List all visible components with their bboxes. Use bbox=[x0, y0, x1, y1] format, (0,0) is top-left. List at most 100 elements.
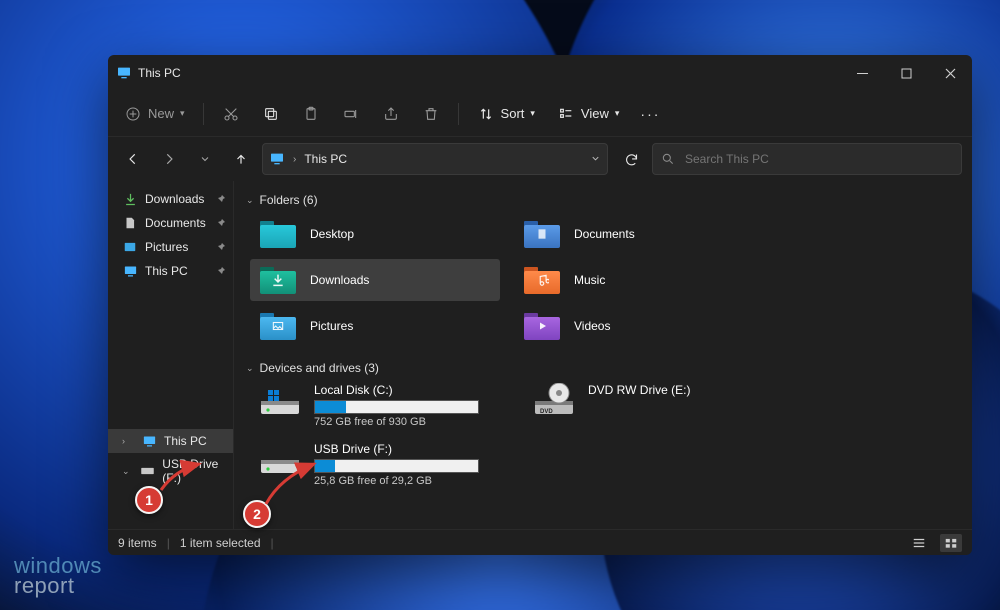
chevron-down-icon: ▾ bbox=[615, 108, 620, 119]
cut-icon bbox=[222, 105, 240, 123]
annotation-badge-1: 1 bbox=[135, 486, 163, 514]
pin-icon bbox=[215, 265, 227, 277]
command-bar: New ▾ Sort ▾ View ▾ ··· bbox=[108, 91, 972, 137]
drive-dvd-e[interactable]: DVD DVD RW Drive (E:) bbox=[524, 381, 774, 430]
chevron-right-icon[interactable]: › bbox=[122, 436, 132, 446]
picture-icon bbox=[122, 239, 138, 255]
copy-icon bbox=[262, 105, 280, 123]
file-explorer-window: This PC New ▾ Sort ▾ View ▾ ··· bbox=[108, 55, 972, 555]
sidebar-item-label: USB Drive (F:) bbox=[162, 457, 227, 485]
folder-icon bbox=[258, 309, 298, 343]
content-pane: ⌄ Folders (6) Desktop Documents bbox=[234, 181, 972, 529]
address-bar[interactable]: › This PC bbox=[262, 143, 608, 175]
group-drives-header[interactable]: ⌄ Devices and drives (3) bbox=[246, 361, 958, 375]
sidebar-item-label: Downloads bbox=[145, 192, 204, 206]
folder-desktop[interactable]: Desktop bbox=[250, 213, 500, 255]
dvd-drive-icon: DVD bbox=[532, 383, 576, 419]
svg-text:DVD: DVD bbox=[540, 409, 553, 415]
folder-pictures[interactable]: Pictures bbox=[250, 305, 500, 347]
maximize-button[interactable] bbox=[884, 55, 928, 91]
sidebar-item-this-pc[interactable]: This PC bbox=[108, 259, 233, 283]
this-pc-icon bbox=[122, 263, 138, 279]
folder-music[interactable]: Music bbox=[514, 259, 764, 301]
recent-button[interactable] bbox=[190, 144, 220, 174]
sidebar-item-documents[interactable]: Documents bbox=[108, 211, 233, 235]
sort-label: Sort bbox=[501, 106, 525, 121]
sidebar-tree-this-pc[interactable]: › This PC bbox=[108, 429, 233, 453]
drive-icon bbox=[139, 463, 155, 479]
folder-downloads[interactable]: Downloads bbox=[250, 259, 500, 301]
minimize-button[interactable] bbox=[840, 55, 884, 91]
chevron-down-icon: ⌄ bbox=[246, 195, 254, 206]
document-icon bbox=[535, 227, 549, 241]
sidebar-item-label: Documents bbox=[145, 216, 206, 230]
folder-label: Videos bbox=[574, 319, 610, 333]
tiles-view-toggle[interactable] bbox=[940, 534, 962, 552]
drive-name: Local Disk (C:) bbox=[314, 383, 492, 397]
sidebar-item-downloads[interactable]: Downloads bbox=[108, 187, 233, 211]
this-pc-icon bbox=[269, 151, 285, 167]
group-folders-header[interactable]: ⌄ Folders (6) bbox=[246, 193, 958, 207]
chevron-down-icon[interactable]: ⌄ bbox=[122, 466, 130, 477]
usb-drive-icon bbox=[258, 442, 302, 478]
sidebar-tree-usb-drive[interactable]: ⌄ USB Drive (F:) bbox=[108, 453, 233, 489]
new-label: New bbox=[148, 106, 174, 121]
details-view-toggle[interactable] bbox=[908, 534, 930, 552]
drive-usb-f[interactable]: USB Drive (F:) 25,8 GB free of 29,2 GB bbox=[250, 440, 500, 489]
window-title: This PC bbox=[138, 66, 181, 80]
share-button[interactable] bbox=[372, 99, 410, 129]
drive-name: USB Drive (F:) bbox=[314, 442, 492, 456]
play-icon bbox=[536, 320, 548, 332]
drive-free-text: 25,8 GB free of 29,2 GB bbox=[314, 475, 492, 487]
folder-label: Downloads bbox=[310, 273, 369, 287]
sidebar-item-pictures[interactable]: Pictures bbox=[108, 235, 233, 259]
folder-documents[interactable]: Documents bbox=[514, 213, 764, 255]
drive-local-disk-c[interactable]: Local Disk (C:) 752 GB free of 930 GB bbox=[250, 381, 500, 430]
view-icon bbox=[557, 105, 575, 123]
delete-button[interactable] bbox=[412, 99, 450, 129]
chevron-down-icon[interactable] bbox=[590, 152, 601, 167]
copy-button[interactable] bbox=[252, 99, 290, 129]
back-button[interactable] bbox=[118, 144, 148, 174]
status-items: 9 items bbox=[118, 536, 157, 550]
titlebar: This PC bbox=[108, 55, 972, 91]
chevron-down-icon: ▾ bbox=[180, 108, 185, 119]
cut-button[interactable] bbox=[212, 99, 250, 129]
search-input[interactable] bbox=[683, 151, 953, 167]
folder-videos[interactable]: Videos bbox=[514, 305, 764, 347]
close-button[interactable] bbox=[928, 55, 972, 91]
view-button[interactable]: View ▾ bbox=[547, 99, 629, 129]
folder-icon bbox=[522, 309, 562, 343]
forward-button[interactable] bbox=[154, 144, 184, 174]
sidebar: Downloads Documents Pictures This PC › bbox=[108, 181, 234, 529]
folder-label: Pictures bbox=[310, 319, 353, 333]
drive-free-text: 752 GB free of 930 GB bbox=[314, 416, 492, 428]
sort-button[interactable]: Sort ▾ bbox=[467, 99, 545, 129]
drive-name: DVD RW Drive (E:) bbox=[588, 383, 766, 397]
image-icon bbox=[271, 319, 285, 333]
chevron-down-icon: ▾ bbox=[530, 108, 535, 119]
watermark-logo: windows report bbox=[14, 556, 102, 596]
drives-grid: Local Disk (C:) 752 GB free of 930 GB DV… bbox=[250, 381, 958, 489]
trash-icon bbox=[422, 105, 440, 123]
more-button[interactable]: ··· bbox=[631, 99, 669, 129]
sidebar-item-label: Pictures bbox=[145, 240, 188, 254]
pin-icon bbox=[215, 241, 227, 253]
up-button[interactable] bbox=[226, 144, 256, 174]
search-bar[interactable] bbox=[652, 143, 962, 175]
rename-button[interactable] bbox=[332, 99, 370, 129]
folders-grid: Desktop Documents Downloads bbox=[250, 213, 958, 347]
new-button[interactable]: New ▾ bbox=[114, 99, 195, 129]
document-icon bbox=[122, 215, 138, 231]
plus-circle-icon bbox=[124, 105, 142, 123]
paste-button[interactable] bbox=[292, 99, 330, 129]
ellipsis-icon: ··· bbox=[641, 105, 659, 123]
music-note-icon bbox=[535, 273, 549, 287]
refresh-button[interactable] bbox=[616, 144, 646, 174]
folder-icon bbox=[522, 263, 562, 297]
sidebar-item-label: This PC bbox=[145, 264, 188, 278]
share-icon bbox=[382, 105, 400, 123]
breadcrumb[interactable]: This PC bbox=[304, 152, 347, 166]
rename-icon bbox=[342, 105, 360, 123]
download-icon bbox=[122, 191, 138, 207]
